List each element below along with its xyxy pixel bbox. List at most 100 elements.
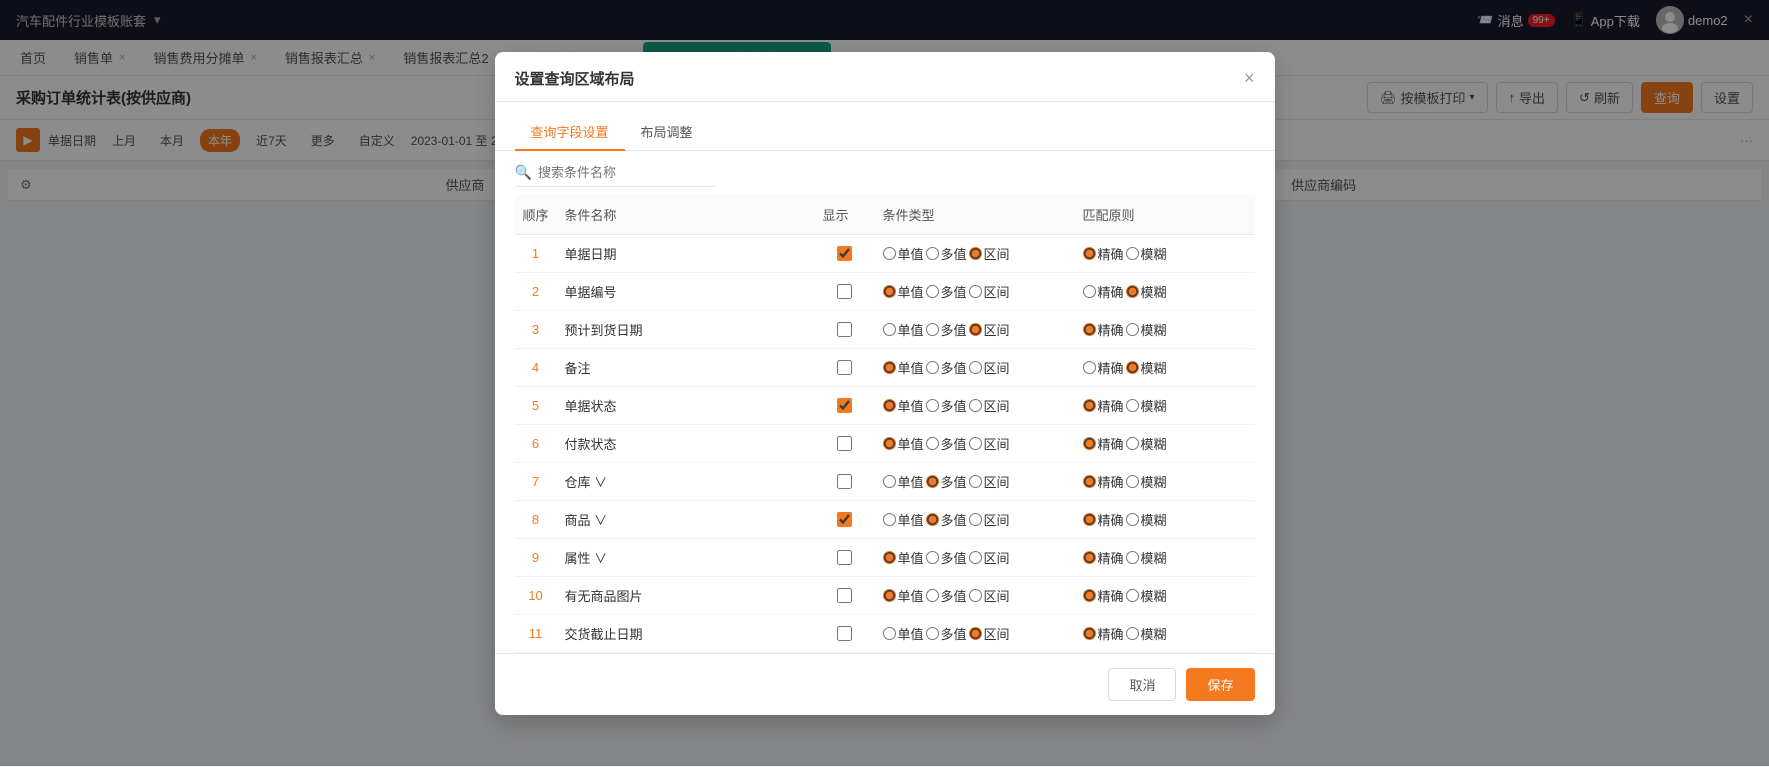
row-rule-8: 精确模糊 <box>1075 538 1255 576</box>
row-rule-2-精确[interactable]: 精确 <box>1083 320 1124 339</box>
row-display-4 <box>815 386 875 424</box>
row-rule-4-模糊[interactable]: 模糊 <box>1126 396 1167 415</box>
row-type-4-区间[interactable]: 区间 <box>969 396 1010 415</box>
row-rule-1-模糊[interactable]: 模糊 <box>1126 282 1167 301</box>
row-rule-7: 精确模糊 <box>1075 500 1255 538</box>
row-type-8-单值[interactable]: 单值 <box>883 548 924 567</box>
row-rule-10-精确[interactable]: 精确 <box>1083 624 1124 643</box>
row-type-2-单值[interactable]: 单值 <box>883 320 924 339</box>
row-rule-5-模糊[interactable]: 模糊 <box>1126 434 1167 453</box>
row-rule-5-精确[interactable]: 精确 <box>1083 434 1124 453</box>
row-type-10-区间[interactable]: 区间 <box>969 624 1010 643</box>
row-type-0-单值[interactable]: 单值 <box>883 244 924 263</box>
row-rule-9-模糊[interactable]: 模糊 <box>1126 586 1167 605</box>
row-type-9-多值[interactable]: 多值 <box>926 586 967 605</box>
row-type-2-区间[interactable]: 区间 <box>969 320 1010 339</box>
row-rule-9-精确[interactable]: 精确 <box>1083 586 1124 605</box>
row-order-8: 9 <box>515 538 557 576</box>
row-type-0-区间[interactable]: 区间 <box>969 244 1010 263</box>
row-rule-2-模糊[interactable]: 模糊 <box>1126 320 1167 339</box>
row-display-checkbox-4[interactable] <box>837 398 852 413</box>
row-display-checkbox-10[interactable] <box>837 626 852 641</box>
row-name-6: 仓库 ∨ <box>557 462 815 500</box>
row-type-7-单值[interactable]: 单值 <box>883 510 924 529</box>
row-display-0 <box>815 234 875 272</box>
row-type-9-单值[interactable]: 单值 <box>883 586 924 605</box>
row-rule-0-模糊[interactable]: 模糊 <box>1126 244 1167 263</box>
row-display-checkbox-3[interactable] <box>837 360 852 375</box>
row-type-6-区间[interactable]: 区间 <box>969 472 1010 491</box>
row-rule-3: 精确模糊 <box>1075 348 1255 386</box>
row-type-6-单值[interactable]: 单值 <box>883 472 924 491</box>
row-display-checkbox-9[interactable] <box>837 588 852 603</box>
row-type-10-多值[interactable]: 多值 <box>926 624 967 643</box>
row-rule-8-精确[interactable]: 精确 <box>1083 548 1124 567</box>
row-order-2: 3 <box>515 310 557 348</box>
row-type-6-多值[interactable]: 多值 <box>926 472 967 491</box>
row-rule-10-模糊[interactable]: 模糊 <box>1126 624 1167 643</box>
row-display-5 <box>815 424 875 462</box>
dialog-tab-layout[interactable]: 布局调整 <box>625 114 709 151</box>
row-type-2-多值[interactable]: 多值 <box>926 320 967 339</box>
row-type-8-区间[interactable]: 区间 <box>969 548 1010 567</box>
dialog-tab-query-fields[interactable]: 查询字段设置 <box>515 114 625 151</box>
row-rule-7-模糊[interactable]: 模糊 <box>1126 510 1167 529</box>
row-type-1-多值[interactable]: 多值 <box>926 282 967 301</box>
row-name-2: 预计到货日期 <box>557 310 815 348</box>
row-display-checkbox-1[interactable] <box>837 284 852 299</box>
dialog-tabs: 查询字段设置 布局调整 <box>495 102 1275 151</box>
row-order-4: 5 <box>515 386 557 424</box>
row-type-5-多值[interactable]: 多值 <box>926 434 967 453</box>
row-rule-4: 精确模糊 <box>1075 386 1255 424</box>
row-rule-3-精确[interactable]: 精确 <box>1083 358 1124 377</box>
row-type-8-多值[interactable]: 多值 <box>926 548 967 567</box>
row-type-0-多值[interactable]: 多值 <box>926 244 967 263</box>
row-type-7-多值[interactable]: 多值 <box>926 510 967 529</box>
row-rule-6-模糊[interactable]: 模糊 <box>1126 472 1167 491</box>
row-display-checkbox-5[interactable] <box>837 436 852 451</box>
row-type-1: 单值多值区间 <box>875 272 1075 310</box>
search-input[interactable] <box>532 163 720 182</box>
row-rule-6-精确[interactable]: 精确 <box>1083 472 1124 491</box>
row-display-checkbox-6[interactable] <box>837 474 852 489</box>
row-type-3-多值[interactable]: 多值 <box>926 358 967 377</box>
row-rule-4-精确[interactable]: 精确 <box>1083 396 1124 415</box>
row-type-1-区间[interactable]: 区间 <box>969 282 1010 301</box>
row-order-9: 10 <box>515 576 557 614</box>
row-type-1-单值[interactable]: 单值 <box>883 282 924 301</box>
cancel-button[interactable]: 取消 <box>1108 668 1176 701</box>
row-type-10: 单值多值区间 <box>875 614 1075 652</box>
row-rule-1-精确[interactable]: 精确 <box>1083 282 1124 301</box>
row-rule-3-模糊[interactable]: 模糊 <box>1126 358 1167 377</box>
row-type-5-区间[interactable]: 区间 <box>969 434 1010 453</box>
row-type-0: 单值多值区间 <box>875 234 1075 272</box>
save-button[interactable]: 保存 <box>1186 668 1254 701</box>
row-type-10-单值[interactable]: 单值 <box>883 624 924 643</box>
col-header-name: 条件名称 <box>557 195 815 235</box>
row-name-9: 有无商品图片 <box>557 576 815 614</box>
row-type-9-区间[interactable]: 区间 <box>969 586 1010 605</box>
row-order-1: 2 <box>515 272 557 310</box>
row-type-9: 单值多值区间 <box>875 576 1075 614</box>
row-name-1: 单据编号 <box>557 272 815 310</box>
dialog-close-button[interactable]: × <box>1244 69 1255 87</box>
table-row: 3预计到货日期 单值多值区间 精确模糊 <box>515 310 1255 348</box>
row-rule-0-精确[interactable]: 精确 <box>1083 244 1124 263</box>
row-type-4-单值[interactable]: 单值 <box>883 396 924 415</box>
row-display-checkbox-0[interactable] <box>837 246 852 261</box>
search-wrap: 🔍 <box>515 163 715 187</box>
row-name-10: 交货截止日期 <box>557 614 815 652</box>
row-type-4-多值[interactable]: 多值 <box>926 396 967 415</box>
row-rule-7-精确[interactable]: 精确 <box>1083 510 1124 529</box>
row-rule-8-模糊[interactable]: 模糊 <box>1126 548 1167 567</box>
dialog-search: 🔍 <box>495 151 1275 195</box>
row-display-checkbox-7[interactable] <box>837 512 852 527</box>
row-type-7-区间[interactable]: 区间 <box>969 510 1010 529</box>
table-row: 2单据编号单值多值区间精确模糊 <box>515 272 1255 310</box>
row-display-checkbox-2[interactable] <box>837 322 852 337</box>
row-type-3-单值[interactable]: 单值 <box>883 358 924 377</box>
row-type-3-区间[interactable]: 区间 <box>969 358 1010 377</box>
row-display-checkbox-8[interactable] <box>837 550 852 565</box>
row-type-5-单值[interactable]: 单值 <box>883 434 924 453</box>
dialog-header: 设置查询区域布局 × <box>495 52 1275 102</box>
